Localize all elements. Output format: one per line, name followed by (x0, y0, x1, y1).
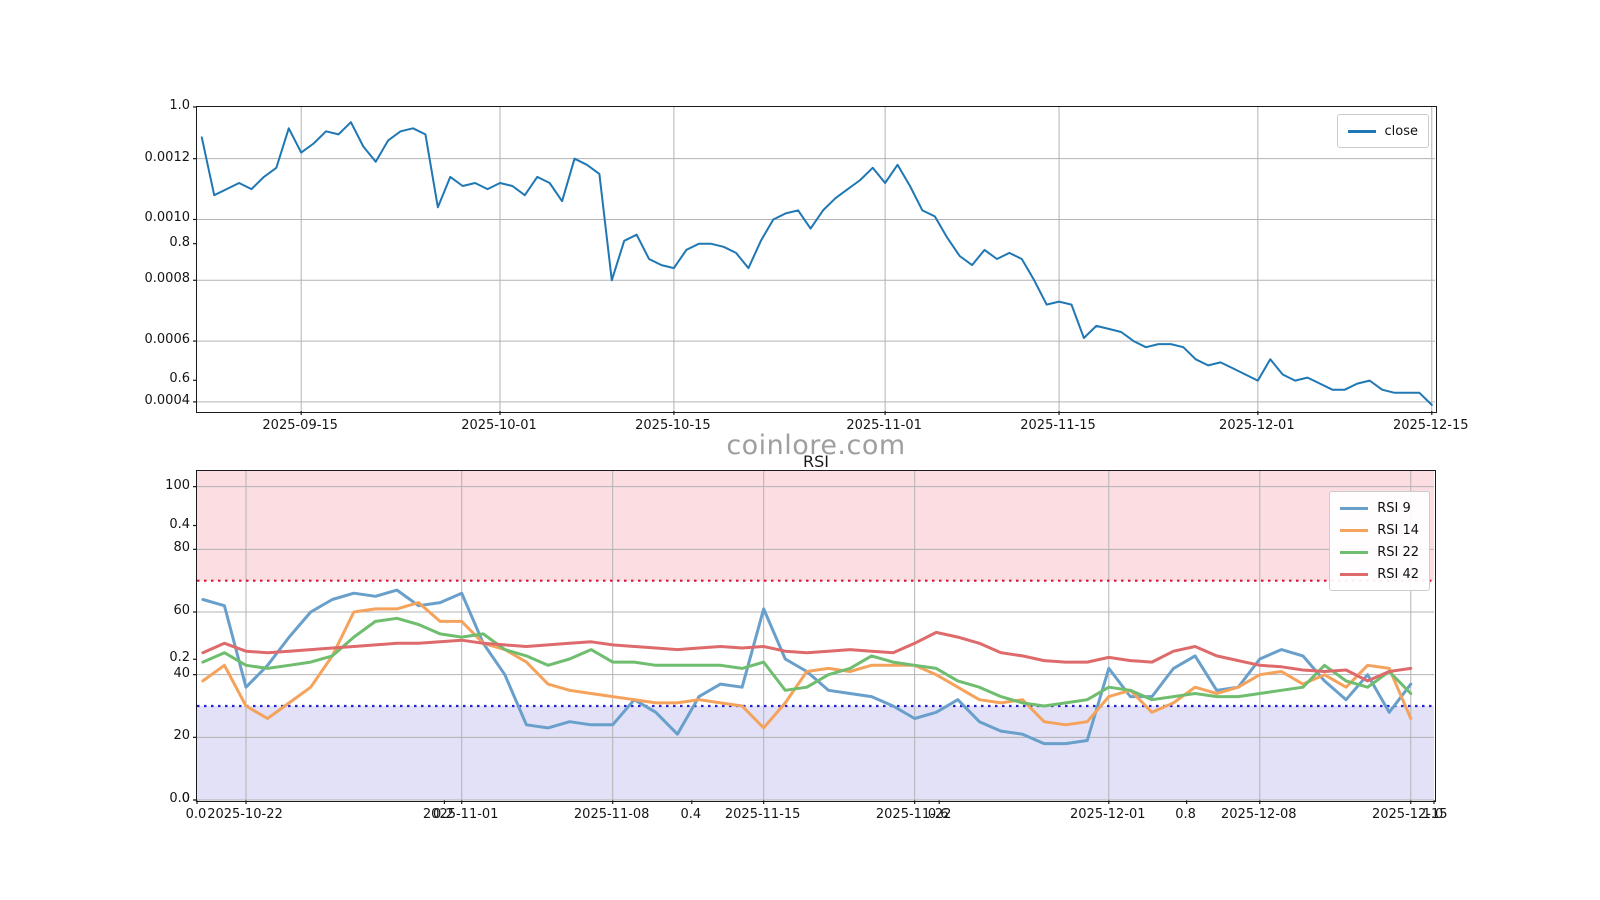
price-x-tick-label: 2025-09-15 (262, 418, 338, 433)
price-secondary-y-tick-label: 0.8 (169, 234, 190, 250)
rsi-chart-canvas (193, 471, 1435, 804)
price-y-tick-label: 0.0004 (144, 392, 191, 408)
price-x-tick-label: 2025-10-01 (461, 418, 537, 433)
rsi-secondary-x-tick-label: 0.2 (433, 807, 454, 822)
rsi-legend-item: RSI 9 (1340, 497, 1419, 519)
rsi-chart-plot-area: RSI 9 RSI 14 RSI 22 RSI 42 (193, 470, 1436, 804)
rsi9-line-sample (1340, 506, 1369, 510)
rsi-x-tick-label: 2025-10-22 (207, 807, 283, 822)
price-y-tick-label: 0.0010 (144, 210, 191, 226)
rsi-secondary-x-tick-label: 0.6 (927, 807, 949, 822)
rsi14-line-sample (1340, 528, 1369, 532)
price-legend-item: close (1347, 120, 1418, 142)
rsi-secondary-x-tick-label: 0.4 (680, 807, 702, 822)
rsi-x-tick-label: 2025-11-08 (573, 807, 650, 822)
rsi-secondary-y-tick-label: 0.4 (169, 516, 190, 532)
rsi-x-tick-label: 2025-12-08 (1221, 807, 1297, 822)
price-x-tick-label: 2025-10-15 (635, 418, 711, 433)
rsi-secondary-x-tick-label: 0.0 (185, 807, 207, 822)
price-x-tick-label: 2025-12-15 (1392, 418, 1469, 433)
rsi-legend-label: RSI 42 (1377, 566, 1419, 582)
price-secondary-y-tick-label: 1.0 (169, 98, 190, 113)
price-chart-canvas (193, 106, 1435, 415)
price-x-tick-label: 2025-11-15 (1020, 418, 1096, 433)
price-chart-plot-area: close (193, 106, 1437, 415)
rsi-legend-item: RSI 14 (1340, 519, 1419, 541)
rsi22-line-sample (1340, 550, 1369, 554)
chart-figure: close 0.0012 0.0010 0.0008 0.0006 0.0004 1.0… (0, 0, 1600, 900)
rsi-y-tick-label: 40 (173, 665, 190, 681)
price-x-tick-label: 2025-12-01 (1219, 418, 1295, 433)
rsi-x-tick-label: 2025-11-15 (724, 807, 801, 822)
price-secondary-y-tick-label: 0.6 (169, 371, 190, 387)
rsi-legend-item: RSI 22 (1340, 541, 1419, 563)
rsi-secondary-y-tick-label: 0.2 (169, 650, 190, 666)
close-line-sample (1347, 129, 1376, 133)
price-y-tick-label: 0.0006 (144, 332, 191, 348)
price-legend-label: close (1384, 123, 1418, 139)
rsi-legend-label: RSI 14 (1377, 522, 1419, 538)
rsi-secondary-x-tick-label: 0.8 (1175, 807, 1196, 822)
rsi-legend: RSI 9 RSI 14 RSI 22 RSI 42 (1329, 491, 1430, 591)
rsi-secondary-x-tick-label: 1.0 (1422, 807, 1444, 822)
rsi42-line-sample (1340, 572, 1369, 576)
price-y-tick-label: 0.0008 (144, 271, 191, 287)
rsi-legend-label: RSI 22 (1377, 544, 1419, 560)
rsi-x-tick-label: 2025-12-01 (1070, 807, 1146, 822)
rsi-y-tick-label: 100 (165, 477, 190, 493)
rsi-y-tick-label: 20 (173, 728, 190, 744)
rsi-y-tick-label: 80 (173, 540, 190, 556)
rsi-chart-title: RSI (803, 452, 829, 471)
price-y-tick-label: 0.0012 (144, 149, 191, 165)
rsi-legend-label: RSI 9 (1377, 500, 1411, 516)
rsi-y-tick-label: 60 (173, 603, 190, 618)
price-legend: close (1336, 114, 1429, 148)
rsi-secondary-y-tick-label: 0.0 (169, 791, 190, 806)
rsi-legend-item: RSI 42 (1340, 563, 1419, 585)
